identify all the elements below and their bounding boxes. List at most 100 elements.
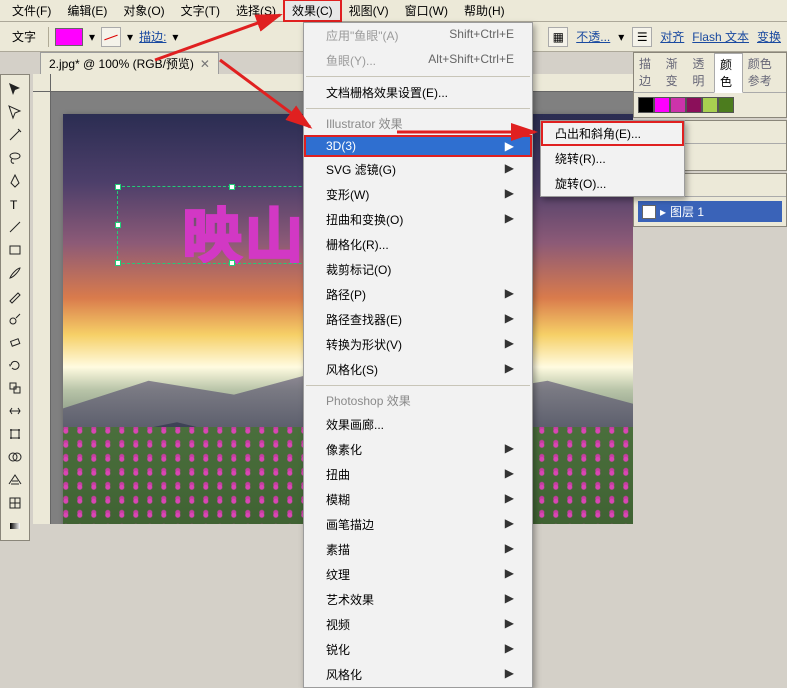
swatch[interactable] (718, 97, 734, 113)
document-tab[interactable]: 2.jpg* @ 100% (RGB/预览) ✕ (40, 52, 219, 74)
menu-item-texture[interactable]: 纹理▶ (304, 562, 532, 587)
pen-tool[interactable] (2, 170, 28, 192)
eraser-tool[interactable] (2, 331, 28, 353)
transform-link[interactable]: 变换 (757, 28, 781, 45)
dropdown-arrow-icon[interactable]: ▾ (127, 30, 133, 44)
opacity-link[interactable]: 不透... (576, 28, 610, 45)
fill-swatch[interactable] (55, 28, 83, 46)
effects-menu: 应用"鱼眼"(A)Shift+Ctrl+E 鱼眼(Y)...Alt+Shift+… (303, 22, 533, 688)
swatch[interactable] (702, 97, 718, 113)
menu-view[interactable]: 视图(V) (341, 0, 397, 21)
menu-separator (306, 76, 530, 77)
menu-item-distort-transform[interactable]: 扭曲和变换(O)▶ (304, 207, 532, 232)
flash-text-link[interactable]: Flash 文本 (692, 28, 749, 45)
menu-item-effect-gallery[interactable]: 效果画廊... (304, 412, 532, 437)
selection-tool[interactable] (2, 78, 28, 100)
menu-item-rasterize[interactable]: 栅格化(R)... (304, 232, 532, 257)
menu-select[interactable]: 选择(S) (228, 0, 284, 21)
tab-color[interactable]: 颜色 (714, 53, 743, 93)
menu-item-revolve[interactable]: 绕转(R)... (541, 146, 684, 171)
tool-mode-label: 文字 (6, 26, 42, 47)
menu-item-brush-strokes[interactable]: 画笔描边▶ (304, 512, 532, 537)
menu-separator (306, 108, 530, 109)
menu-item-last-effect[interactable]: 鱼眼(Y)...Alt+Shift+Ctrl+E (304, 48, 532, 73)
layer-name: 图层 1 (670, 203, 704, 220)
line-tool[interactable] (2, 216, 28, 238)
dropdown-arrow-icon[interactable]: ▾ (172, 30, 178, 44)
menu-item-3d[interactable]: 3D(3)▶ (304, 135, 532, 157)
close-icon[interactable]: ✕ (200, 57, 210, 71)
menu-bar: 文件(F) 编辑(E) 对象(O) 文字(T) 选择(S) 效果(C) 视图(V… (0, 0, 787, 22)
color-panel: 描边 渐变 透明 颜色 颜色参考 (633, 52, 787, 118)
stroke-none-swatch[interactable] (101, 27, 121, 47)
tab-transparency[interactable]: 透明 (687, 53, 714, 92)
dropdown-arrow-icon[interactable]: ▾ (89, 30, 95, 44)
artwork-text[interactable]: 映山 (183, 189, 307, 273)
perspective-grid-tool[interactable] (2, 469, 28, 491)
menu-item-extrude-bevel[interactable]: 凸出和斜角(E)... (541, 121, 684, 146)
width-tool[interactable] (2, 400, 28, 422)
menu-effect[interactable]: 效果(C) (284, 0, 341, 21)
menu-item-pathfinder[interactable]: 路径查找器(E)▶ (304, 307, 532, 332)
tab-color-guide[interactable]: 颜色参考 (743, 53, 786, 92)
swatch[interactable] (686, 97, 702, 113)
menu-type[interactable]: 文字(T) (173, 0, 228, 21)
align-link[interactable]: 对齐 (660, 28, 684, 45)
document-tab-title: 2.jpg* @ 100% (RGB/预览) (49, 55, 194, 72)
visibility-toggle-icon[interactable] (642, 205, 656, 219)
menu-item-stylize-ps[interactable]: 风格化▶ (304, 662, 532, 687)
menu-section-photoshop: Photoshop 效果 (304, 389, 532, 412)
menu-file[interactable]: 文件(F) (4, 0, 59, 21)
mesh-tool[interactable] (2, 492, 28, 514)
pencil-tool[interactable] (2, 285, 28, 307)
rectangle-tool[interactable] (2, 239, 28, 261)
menu-help[interactable]: 帮助(H) (456, 0, 513, 21)
menu-item-convert-shape[interactable]: 转换为形状(V)▶ (304, 332, 532, 357)
ruler-vertical[interactable] (33, 92, 51, 524)
menu-object[interactable]: 对象(O) (115, 0, 172, 21)
menu-item-sketch[interactable]: 素描▶ (304, 537, 532, 562)
menu-item-apply-last[interactable]: 应用"鱼眼"(A)Shift+Ctrl+E (304, 23, 532, 48)
menu-item-doc-raster[interactable]: 文档栅格效果设置(E)... (304, 80, 532, 105)
menu-item-video[interactable]: 视频▶ (304, 612, 532, 637)
direct-selection-tool[interactable] (2, 101, 28, 123)
separator (48, 27, 49, 47)
swatch[interactable] (670, 97, 686, 113)
menu-item-artistic[interactable]: 艺术效果▶ (304, 587, 532, 612)
menu-section-illustrator: Illustrator 效果 (304, 112, 532, 135)
swatch[interactable] (638, 97, 654, 113)
menu-item-svg-filters[interactable]: SVG 滤镜(G)▶ (304, 157, 532, 182)
lasso-tool[interactable] (2, 147, 28, 169)
dropdown-arrow-icon[interactable]: ▾ (618, 30, 624, 44)
type-tool[interactable]: T (2, 193, 28, 215)
layer-row[interactable]: ▸ 图层 1 (638, 201, 782, 222)
tab-stroke[interactable]: 描边 (634, 53, 661, 92)
menu-item-crop-marks[interactable]: 裁剪标记(O) (304, 257, 532, 282)
blob-brush-tool[interactable] (2, 308, 28, 330)
menu-item-blur[interactable]: 模糊▶ (304, 487, 532, 512)
gradient-tool[interactable] (2, 515, 28, 537)
paintbrush-tool[interactable] (2, 262, 28, 284)
tab-gradient[interactable]: 渐变 (661, 53, 688, 92)
rotate-tool[interactable] (2, 354, 28, 376)
magic-wand-tool[interactable] (2, 124, 28, 146)
shape-builder-tool[interactable] (2, 446, 28, 468)
menu-item-pixelate[interactable]: 像素化▶ (304, 437, 532, 462)
menu-item-path[interactable]: 路径(P)▶ (304, 282, 532, 307)
align-icon[interactable]: ☰ (632, 27, 652, 47)
menu-item-warp[interactable]: 变形(W)▶ (304, 182, 532, 207)
swatch[interactable] (654, 97, 670, 113)
svg-text:T: T (10, 198, 18, 212)
menu-window[interactable]: 窗口(W) (397, 0, 456, 21)
ruler-origin[interactable] (33, 74, 51, 92)
expand-arrow-icon[interactable]: ▸ (660, 205, 666, 219)
scale-tool[interactable] (2, 377, 28, 399)
free-transform-tool[interactable] (2, 423, 28, 445)
stroke-link[interactable]: 描边: (139, 28, 166, 45)
menu-item-sharpen[interactable]: 锐化▶ (304, 637, 532, 662)
menu-item-rotate[interactable]: 旋转(O)... (541, 171, 684, 196)
menu-item-distort-ps[interactable]: 扭曲▶ (304, 462, 532, 487)
menu-item-stylize-ai[interactable]: 风格化(S)▶ (304, 357, 532, 382)
menu-edit[interactable]: 编辑(E) (59, 0, 115, 21)
opacity-icon[interactable]: ▦ (548, 27, 568, 47)
